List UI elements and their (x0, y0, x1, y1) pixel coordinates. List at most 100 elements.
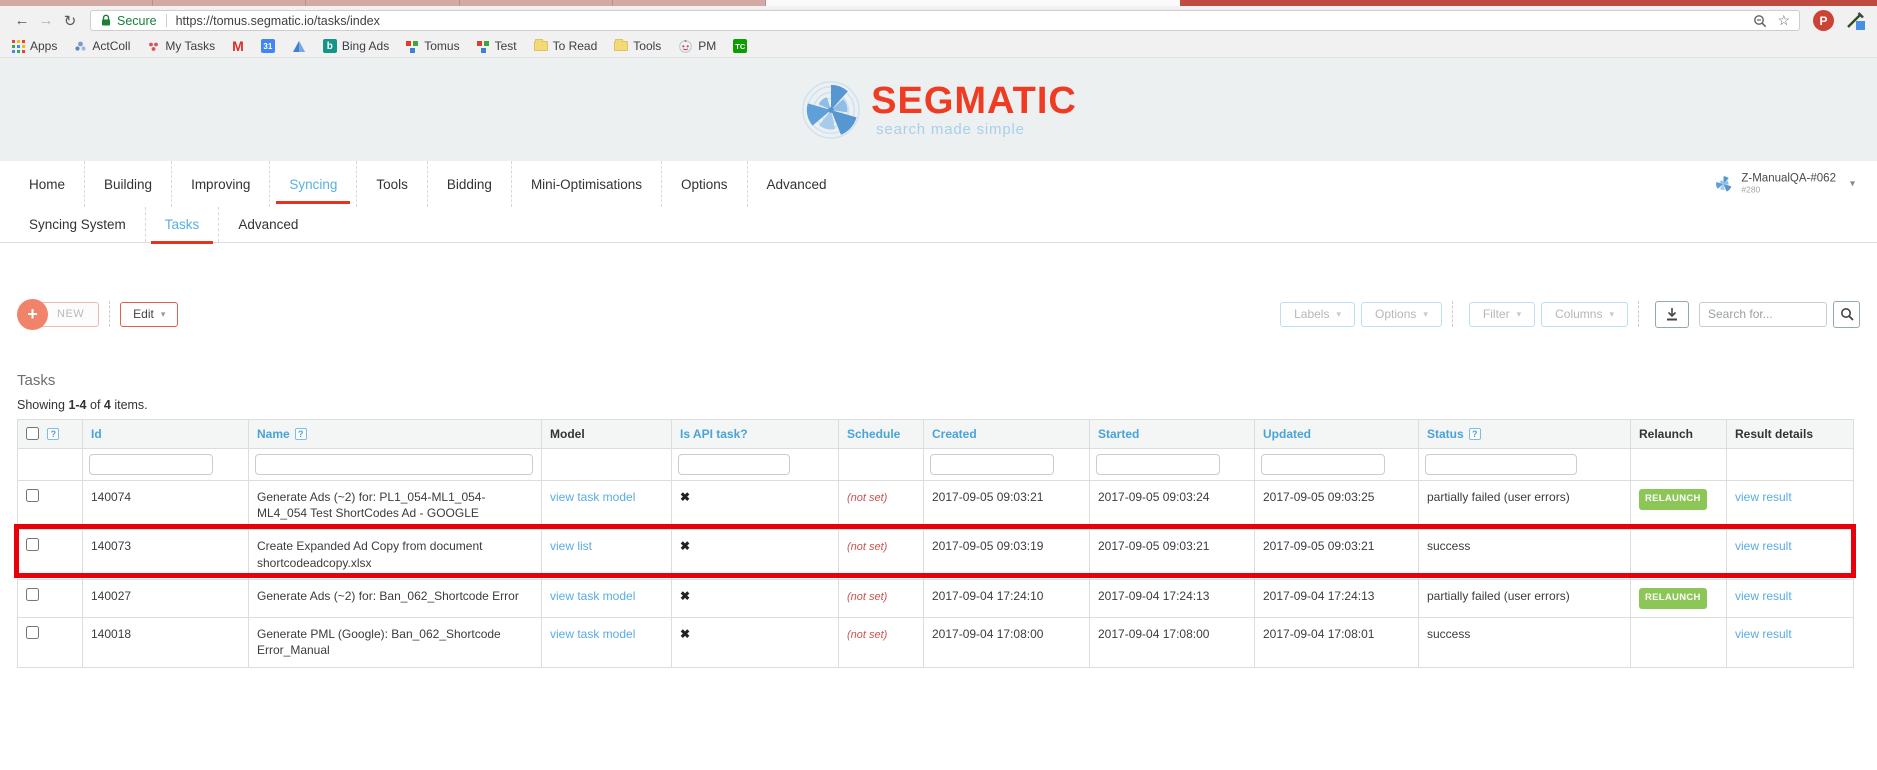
edit-dropdown-button[interactable]: Edit ▾ (120, 301, 179, 327)
filter-updated-input[interactable] (1261, 454, 1385, 475)
actions-toolbar: + NEW Edit ▾ Labels ▾ Options ▾ Filter ▾… (17, 298, 1860, 330)
view-result-link[interactable]: view result (1735, 490, 1792, 504)
download-button[interactable] (1655, 300, 1689, 328)
chevron-down-icon: ▾ (160, 308, 166, 319)
back-button[interactable]: ← (10, 12, 34, 29)
browser-tab[interactable] (613, 0, 767, 6)
bookmark-label: Bing Ads (341, 39, 390, 53)
view-model-link[interactable]: view task model (550, 589, 635, 603)
view-result-link[interactable]: view result (1735, 589, 1792, 603)
bookmark-bing-ads[interactable]: b Bing Ads (322, 39, 390, 53)
status-value: partially failed (user errors) (1418, 479, 1631, 531)
search-button[interactable] (1833, 300, 1860, 328)
bookmark-apps[interactable]: Apps (12, 39, 57, 53)
search-input[interactable] (1699, 301, 1827, 327)
browser-tab[interactable] (153, 0, 307, 6)
row-checkbox[interactable] (26, 626, 39, 640)
column-header-created[interactable]: Created (923, 419, 1090, 449)
help-icon[interactable]: ? (294, 428, 307, 440)
bookmark-star-icon[interactable]: ☆ (1777, 12, 1790, 29)
is-api-x-icon: ✖ (680, 539, 691, 554)
nav-home[interactable]: Home (10, 161, 84, 207)
browser-tab[interactable] (460, 0, 613, 6)
bookmark-techcrunch[interactable]: TC (733, 39, 748, 53)
address-bar[interactable]: Secure https://tomus.segmatic.io/tasks/i… (90, 10, 1800, 31)
filter-started-input[interactable] (1096, 454, 1220, 475)
view-list-link[interactable]: view list (550, 539, 592, 553)
columns-dropdown-button[interactable]: Columns ▾ (1541, 301, 1628, 327)
view-model-link[interactable]: view task model (550, 627, 635, 641)
inactive-tabs[interactable] (0, 0, 767, 6)
bookmark-pm[interactable]: PM (678, 39, 716, 53)
column-header-is-api[interactable]: Is API task? (671, 419, 839, 449)
select-all-header: ? (17, 419, 83, 449)
bookmark-to-read[interactable]: To Read (533, 39, 597, 53)
url-text[interactable]: https://tomus.segmatic.io/tasks/index (176, 14, 1744, 28)
filter-dropdown-button[interactable]: Filter ▾ (1468, 301, 1536, 327)
nav-tools[interactable]: Tools (356, 161, 427, 207)
bookmark-calendar[interactable]: 31 (260, 39, 275, 53)
subnav-tasks[interactable]: Tasks (144, 207, 219, 244)
subnav-syncing-system[interactable]: Syncing System (10, 207, 145, 242)
help-icon[interactable]: ? (47, 428, 60, 440)
nav-syncing[interactable]: Syncing (269, 161, 356, 207)
user-menu[interactable]: Z-ManualQA-#062 #280 ▾ (1714, 173, 1855, 196)
relaunch-button[interactable]: RELAUNCH (1639, 489, 1707, 510)
forward-button[interactable]: → (34, 12, 58, 29)
status-header-label[interactable]: Status (1427, 427, 1464, 441)
active-browser-tab[interactable] (766, 0, 1180, 6)
nav-mini-optimisations[interactable]: Mini-Optimisations (510, 161, 661, 207)
new-button[interactable]: + NEW (17, 298, 100, 330)
toolbar-right-group: Labels ▾ Options ▾ Filter ▾ Columns ▾ (1274, 300, 1860, 328)
bookmark-label: ActColl (92, 39, 131, 53)
extension-p-icon[interactable]: P (1813, 10, 1834, 31)
bookmark-actcoll[interactable]: ActColl (74, 39, 130, 53)
filter-status-input[interactable] (1425, 454, 1577, 475)
column-header-started[interactable]: Started (1089, 419, 1255, 449)
filter-id-input[interactable] (89, 454, 213, 475)
segmatic-logo[interactable]: SEGMATIC search made simple (800, 79, 1077, 141)
plus-icon[interactable]: + (17, 298, 48, 330)
tasks-table: ? Id Name? Model Is API task? Schedule C… (17, 419, 1854, 668)
column-header-name[interactable]: Name? (248, 419, 542, 449)
relaunch-button[interactable]: RELAUNCH (1639, 588, 1707, 610)
color-picker-extension-icon[interactable] (1845, 10, 1867, 32)
options-dropdown-button[interactable]: Options ▾ (1361, 301, 1442, 327)
column-header-schedule[interactable]: Schedule (838, 419, 924, 449)
filter-created-input[interactable] (930, 454, 1054, 475)
view-model-link[interactable]: view task model (550, 490, 635, 504)
column-header-status[interactable]: Status? (1418, 419, 1631, 449)
bookmark-analytics[interactable] (292, 40, 306, 53)
browser-toolbar: ← → ↻ Secure https://tomus.segmatic.io/t… (0, 6, 1877, 35)
nav-improving[interactable]: Improving (171, 161, 269, 207)
browser-tab[interactable] (0, 0, 154, 6)
bookmark-gmail[interactable]: M (232, 38, 244, 54)
bookmark-my-tasks[interactable]: My Tasks (147, 39, 215, 53)
row-checkbox[interactable] (26, 538, 39, 552)
subnav-advanced[interactable]: Advanced (218, 207, 317, 242)
browser-tab[interactable] (306, 0, 460, 6)
reload-button[interactable]: ↻ (58, 12, 82, 30)
page-title: Tasks (17, 372, 56, 389)
view-result-link[interactable]: view result (1735, 539, 1792, 553)
row-checkbox[interactable] (26, 588, 39, 602)
bookmark-tools[interactable]: Tools (614, 39, 661, 53)
zoom-icon[interactable] (1753, 14, 1767, 28)
name-header-label[interactable]: Name (257, 427, 290, 441)
row-checkbox[interactable] (26, 489, 39, 502)
nav-options[interactable]: Options (660, 161, 747, 207)
view-result-link[interactable]: view result (1735, 627, 1792, 641)
filter-is-api-input[interactable] (678, 454, 790, 475)
labels-dropdown-button[interactable]: Labels ▾ (1280, 301, 1356, 327)
nav-bidding[interactable]: Bidding (426, 161, 511, 207)
bookmark-test[interactable]: Test (476, 39, 517, 53)
help-icon[interactable]: ? (1468, 428, 1481, 440)
select-all-checkbox[interactable] (26, 427, 39, 440)
nav-advanced[interactable]: Advanced (746, 161, 846, 207)
column-header-id[interactable]: Id (82, 419, 249, 449)
edit-label: Edit (133, 307, 154, 321)
column-header-updated[interactable]: Updated (1254, 419, 1419, 449)
filter-name-input[interactable] (255, 454, 533, 475)
nav-building[interactable]: Building (84, 161, 171, 207)
bookmark-tomus[interactable]: Tomus (406, 39, 460, 53)
